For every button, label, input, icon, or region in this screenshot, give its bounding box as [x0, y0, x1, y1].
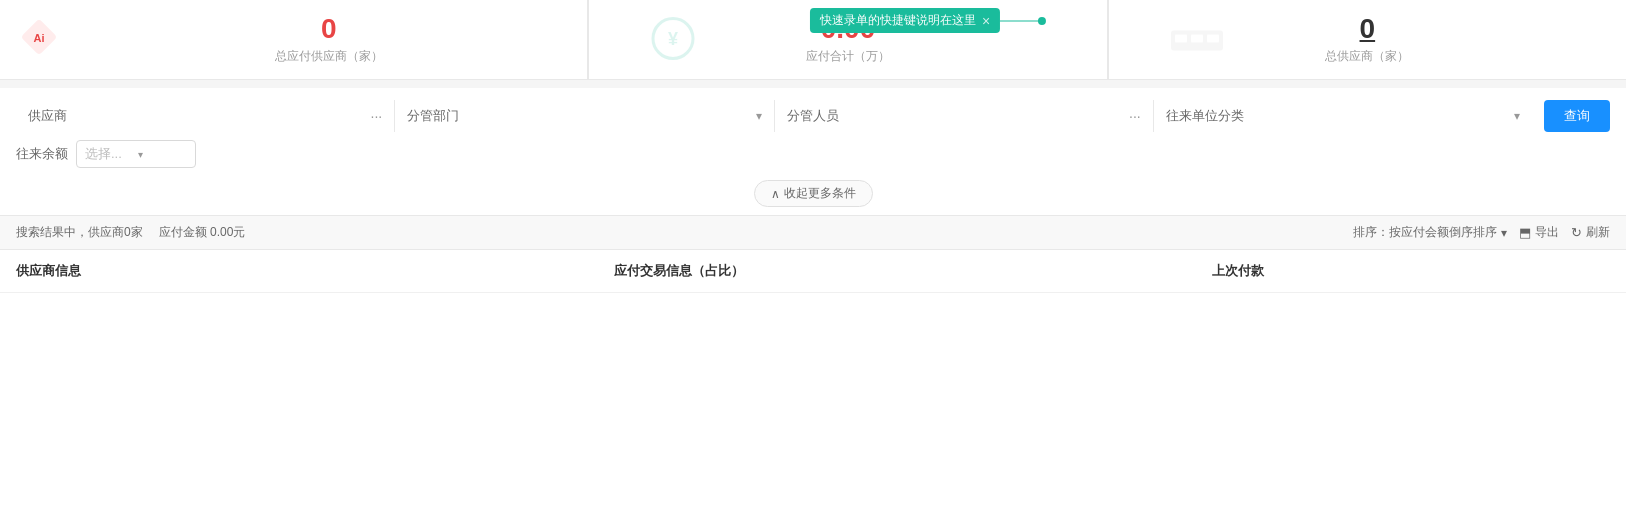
refresh-button[interactable]: ↻ 刷新 — [1571, 224, 1610, 241]
filter-row-2: 往来余额 选择... ▾ — [16, 140, 1610, 168]
col-lastpay-header: 上次付款 — [1212, 262, 1611, 280]
result-actions: 排序：按应付会额倒序排序 ▾ ⬒ 导出 ↻ 刷新 — [1353, 224, 1610, 241]
filter-person-input[interactable] — [847, 109, 1126, 124]
sort-label: 排序：按应付会额倒序排序 — [1353, 224, 1497, 241]
filter-row-1: 供应商 ··· 分管部门 ▾ 分管人员 ··· 往来单位分类 ▾ 查询 — [16, 100, 1610, 132]
filter-dept-input[interactable] — [467, 109, 751, 124]
stat-total-payable-suppliers-value: 0 — [321, 14, 337, 45]
stat-payable-total-label: 应付合计（万） — [806, 48, 890, 65]
export-label: 导出 — [1535, 224, 1559, 241]
filter-dept-arrow[interactable]: ▾ — [756, 109, 762, 123]
svg-rect-5 — [1175, 34, 1187, 42]
export-button[interactable]: ⬒ 导出 — [1519, 224, 1559, 241]
col-supplier-header: 供应商信息 — [16, 262, 614, 280]
filter-person-dots[interactable]: ··· — [1129, 108, 1141, 124]
stat-total-suppliers-value: 0 — [1360, 14, 1376, 45]
table-header: 供应商信息 应付交易信息（占比） 上次付款 — [0, 250, 1626, 293]
coin-icon: ¥ — [649, 14, 697, 65]
svg-text:Ai: Ai — [34, 32, 45, 44]
stat-payable-total: 快速录单的快捷键说明在这里 × ¥ 0.00 应付合计（万） — [589, 0, 1107, 79]
tooltip-close-button[interactable]: × — [982, 13, 990, 29]
refresh-icon: ↻ — [1571, 225, 1582, 240]
result-suppliers-text: 搜索结果中，供应商0家 — [16, 224, 143, 241]
result-bar: 搜索结果中，供应商0家 应付金额 0.00元 排序：按应付会额倒序排序 ▾ ⬒ … — [0, 216, 1626, 250]
sort-arrow: ▾ — [1501, 226, 1507, 240]
result-amount-text: 应付金额 0.00元 — [159, 224, 246, 241]
filter-balance-label: 往来余额 — [16, 145, 68, 163]
table-body — [0, 293, 1626, 515]
filter-unit-field: 往来单位分类 ▾ — [1154, 100, 1532, 132]
svg-rect-7 — [1207, 34, 1219, 42]
logo-diamond: Ai — [18, 16, 60, 61]
svg-rect-6 — [1191, 34, 1203, 42]
filter-unit-label: 往来单位分类 — [1166, 107, 1244, 125]
collapse-label: 收起更多条件 — [784, 185, 856, 202]
filter-bar: 供应商 ··· 分管部门 ▾ 分管人员 ··· 往来单位分类 ▾ 查询 往来余额… — [0, 88, 1626, 216]
filter-balance-arrow: ▾ — [138, 149, 187, 160]
result-info: 搜索结果中，供应商0家 应付金额 0.00元 — [16, 224, 245, 241]
filter-supplier-dots[interactable]: ··· — [371, 108, 383, 124]
stat-total-payable-suppliers: 0 总应付供应商（家） — [0, 0, 588, 79]
filter-supplier-input[interactable] — [75, 109, 367, 124]
collapse-button[interactable]: ∧ 收起更多条件 — [754, 180, 873, 207]
refresh-label: 刷新 — [1586, 224, 1610, 241]
filter-person-field: 分管人员 ··· — [775, 100, 1154, 132]
filter-supplier-field: 供应商 ··· — [16, 100, 395, 132]
filter-unit-arrow[interactable]: ▾ — [1514, 109, 1520, 123]
export-icon: ⬒ — [1519, 225, 1531, 240]
tooltip-text: 快速录单的快捷键说明在这里 — [820, 12, 976, 29]
stats-bar: Ai 0 总应付供应商（家） 快速录单的快捷键说明在这里 × ¥ 0.00 应付… — [0, 0, 1626, 80]
svg-text:¥: ¥ — [668, 28, 678, 48]
filter-unit-input[interactable] — [1252, 109, 1510, 124]
stat-total-suppliers: 0 总供应商（家） — [1109, 0, 1626, 79]
filter-balance-select[interactable]: 选择... ▾ — [76, 140, 196, 168]
filter-person-label: 分管人员 — [787, 107, 839, 125]
filter-dept-label: 分管部门 — [407, 107, 459, 125]
sort-button[interactable]: 排序：按应付会额倒序排序 ▾ — [1353, 224, 1507, 241]
stat-total-suppliers-label: 总供应商（家） — [1325, 48, 1409, 65]
filter-dept-field: 分管部门 ▾ — [395, 100, 774, 132]
collapse-btn-wrapper: ∧ 收起更多条件 — [16, 176, 1610, 207]
collapse-icon: ∧ — [771, 187, 780, 201]
col-payable-header: 应付交易信息（占比） — [614, 262, 1212, 280]
stat-total-payable-suppliers-label: 总应付供应商（家） — [275, 48, 383, 65]
filter-supplier-label: 供应商 — [28, 107, 67, 125]
tooltip-dot — [1038, 17, 1046, 25]
supplier-icon — [1169, 22, 1225, 57]
query-button[interactable]: 查询 — [1544, 100, 1610, 132]
tooltip-bubble: 快速录单的快捷键说明在这里 × — [810, 8, 1000, 33]
filter-balance-placeholder: 选择... — [85, 145, 134, 163]
